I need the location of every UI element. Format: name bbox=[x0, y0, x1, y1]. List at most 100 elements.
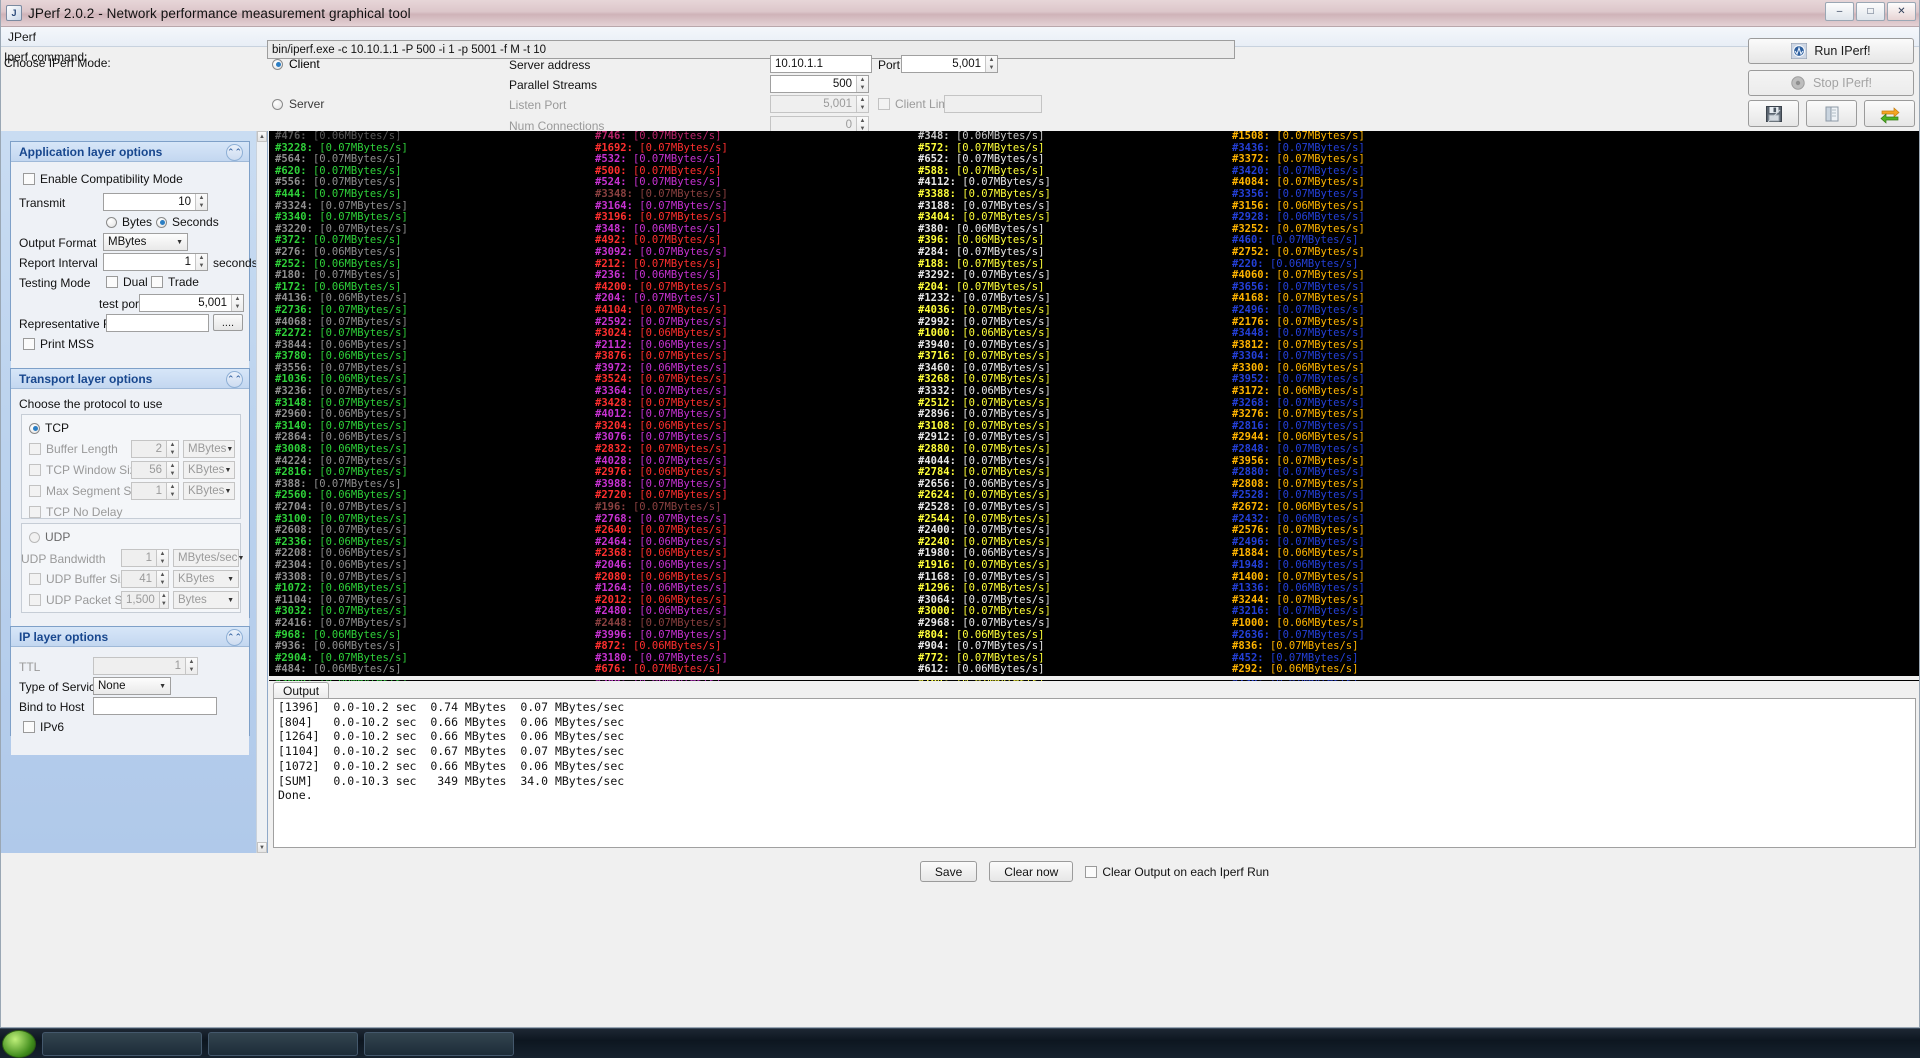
dual-check-icon[interactable] bbox=[106, 276, 118, 288]
udp-bandwidth-spinner-arrows[interactable]: ▲ ▼ bbox=[156, 550, 168, 566]
client-mode-radio[interactable]: Client bbox=[272, 57, 320, 71]
scroll-up-icon[interactable]: ▲ bbox=[257, 131, 267, 142]
representative-file-input[interactable] bbox=[106, 314, 209, 332]
clear-on-run-check-icon[interactable] bbox=[1085, 865, 1098, 878]
tcp-no-delay-checkbox[interactable]: TCP No Delay bbox=[29, 505, 122, 519]
trade-checkbox[interactable]: Trade bbox=[151, 275, 199, 289]
taskbar-item[interactable] bbox=[364, 1031, 514, 1056]
refresh-config-button[interactable] bbox=[1864, 100, 1915, 127]
max-segment-value[interactable]: 1 bbox=[132, 483, 166, 499]
client-limit-check-icon[interactable] bbox=[878, 98, 890, 110]
tcp-window-value[interactable]: 56 bbox=[132, 462, 166, 478]
port-spinner[interactable]: 5,001 ▲ ▼ bbox=[901, 55, 998, 73]
window-title-bar[interactable]: J JPerf 2.0.2 - Network performance meas… bbox=[0, 0, 1920, 27]
scroll-down-icon[interactable]: ▼ bbox=[257, 842, 267, 853]
start-button-icon[interactable] bbox=[2, 1029, 36, 1058]
client-limit-input[interactable] bbox=[944, 95, 1042, 113]
parallel-streams-value[interactable]: 500 bbox=[771, 76, 856, 92]
open-config-button[interactable] bbox=[1806, 100, 1857, 127]
dual-checkbox[interactable]: Dual bbox=[106, 275, 148, 289]
udp-buffer-spinner-arrows[interactable]: ▲ ▼ bbox=[156, 571, 168, 587]
udp-buffer-check-icon[interactable] bbox=[29, 573, 41, 585]
buffer-length-spinner[interactable]: 2 ▲ ▼ bbox=[131, 440, 179, 458]
print-mss-checkbox[interactable]: Print MSS bbox=[23, 337, 94, 351]
run-iperf-button[interactable]: Run IPerf! bbox=[1748, 38, 1914, 64]
ipv6-checkbox[interactable]: IPv6 bbox=[23, 720, 64, 734]
bind-to-host-input[interactable] bbox=[93, 697, 217, 715]
output-format-select[interactable]: MBytes ▼ bbox=[103, 233, 188, 251]
transmit-bytes-radio[interactable]: Bytes bbox=[106, 215, 152, 229]
seconds-radio-icon[interactable] bbox=[156, 216, 167, 228]
tcp-radio[interactable]: TCP bbox=[29, 421, 69, 435]
report-interval-spinner-arrows[interactable]: ▲ ▼ bbox=[195, 254, 207, 270]
buffer-length-checkbox[interactable]: Buffer Length bbox=[29, 442, 118, 456]
udp-buffer-spinner[interactable]: 41 ▲ ▼ bbox=[121, 570, 169, 588]
udp-radio[interactable]: UDP bbox=[29, 530, 70, 544]
ip-layer-collapse-icon[interactable]: ⌃⌃ bbox=[226, 629, 243, 646]
test-port-value[interactable]: 5,001 bbox=[140, 295, 231, 311]
report-interval-value[interactable]: 1 bbox=[104, 254, 195, 270]
compatibility-mode-checkbox[interactable]: Enable Compatibility Mode bbox=[23, 172, 183, 186]
server-radio-icon[interactable] bbox=[272, 98, 283, 110]
client-limit-checkbox[interactable]: Client Limit bbox=[878, 97, 954, 111]
tcp-window-spinner[interactable]: 56 ▲ ▼ bbox=[131, 461, 179, 479]
bandwidth-graph[interactable]: #476: [0.06MBytes/s] #3228: [0.07MBytes/s… bbox=[269, 131, 1920, 681]
buffer-length-check-icon[interactable] bbox=[29, 443, 41, 455]
max-segment-checkbox[interactable]: Max Segment Size bbox=[29, 484, 147, 498]
udp-radio-icon[interactable] bbox=[29, 531, 40, 543]
listen-port-value[interactable]: 5,001 bbox=[771, 96, 856, 112]
listen-port-spinner-arrows[interactable]: ▲ ▼ bbox=[856, 96, 868, 112]
compatibility-mode-check-icon[interactable] bbox=[23, 173, 35, 185]
save-output-button[interactable]: Save bbox=[919, 861, 978, 882]
tcp-no-delay-check-icon[interactable] bbox=[29, 506, 41, 518]
udp-buffer-value[interactable]: 41 bbox=[122, 571, 156, 587]
bytes-radio-icon[interactable] bbox=[106, 216, 117, 228]
test-port-spinner[interactable]: 5,001 ▲ ▼ bbox=[139, 294, 244, 312]
options-panel-scrollbar[interactable]: ▲ ▼ bbox=[256, 131, 267, 853]
clear-on-run-checkbox[interactable]: Clear Output on each Iperf Run bbox=[1085, 865, 1269, 879]
transmit-spinner-arrows[interactable]: ▲ ▼ bbox=[195, 194, 207, 210]
listen-port-spinner[interactable]: 5,001 ▲ ▼ bbox=[770, 95, 869, 113]
transmit-spinner[interactable]: 10 ▲ ▼ bbox=[103, 193, 208, 211]
taskbar-item[interactable] bbox=[208, 1031, 358, 1056]
report-interval-spinner[interactable]: 1 ▲ ▼ bbox=[103, 253, 208, 271]
application-layer-collapse-icon[interactable]: ⌃⌃ bbox=[226, 144, 243, 161]
server-address-input[interactable]: 10.10.1.1 bbox=[770, 55, 872, 73]
buffer-length-spinner-arrows[interactable]: ▲ ▼ bbox=[166, 441, 178, 457]
stop-iperf-button[interactable]: Stop IPerf! bbox=[1748, 70, 1914, 96]
udp-bandwidth-spinner[interactable]: 1 ▲ ▼ bbox=[121, 549, 169, 567]
transport-layer-collapse-icon[interactable]: ⌃⌃ bbox=[226, 371, 243, 388]
print-mss-check-icon[interactable] bbox=[23, 338, 35, 350]
udp-packet-spinner[interactable]: 1,500 ▲ ▼ bbox=[121, 591, 169, 609]
tcp-radio-icon[interactable] bbox=[29, 422, 40, 434]
tcp-window-checkbox[interactable]: TCP Window Size bbox=[29, 463, 142, 477]
max-segment-check-icon[interactable] bbox=[29, 485, 41, 497]
output-console[interactable]: [1396] 0.0-10.2 sec 0.74 MBytes 0.07 MBy… bbox=[273, 698, 1916, 848]
taskbar[interactable] bbox=[0, 1028, 1920, 1058]
ttl-spinner-arrows[interactable]: ▲ ▼ bbox=[185, 658, 197, 674]
udp-buffer-unit-select[interactable]: KBytes ▼ bbox=[173, 570, 239, 588]
udp-packet-value[interactable]: 1,500 bbox=[122, 592, 159, 608]
ttl-value[interactable]: 1 bbox=[94, 658, 185, 674]
parallel-streams-spinner-arrows[interactable]: ▲ ▼ bbox=[856, 76, 868, 92]
udp-packet-check-icon[interactable] bbox=[29, 594, 41, 606]
tcp-window-check-icon[interactable] bbox=[29, 464, 41, 476]
trade-check-icon[interactable] bbox=[151, 276, 163, 288]
taskbar-item[interactable] bbox=[42, 1031, 202, 1056]
ttl-spinner[interactable]: 1 ▲ ▼ bbox=[93, 657, 198, 675]
buffer-length-value[interactable]: 2 bbox=[132, 441, 166, 457]
transmit-seconds-radio[interactable]: Seconds bbox=[156, 215, 219, 229]
minimize-button[interactable]: – bbox=[1825, 2, 1854, 21]
parallel-streams-spinner[interactable]: 500 ▲ ▼ bbox=[770, 75, 869, 93]
max-segment-spinner-arrows[interactable]: ▲ ▼ bbox=[166, 483, 178, 499]
max-segment-spinner[interactable]: 1 ▲ ▼ bbox=[131, 482, 179, 500]
browse-file-button[interactable]: .... bbox=[213, 314, 243, 331]
port-value[interactable]: 5,001 bbox=[902, 56, 985, 72]
panel-divider[interactable] bbox=[269, 676, 1920, 680]
test-port-spinner-arrows[interactable]: ▲ ▼ bbox=[231, 295, 243, 311]
iperf-command-field[interactable]: bin/iperf.exe -c 10.10.1.1 -P 500 -i 1 -… bbox=[267, 40, 1235, 59]
clear-now-button[interactable]: Clear now bbox=[989, 861, 1074, 882]
tcp-window-unit-select[interactable]: KBytes ▼ bbox=[183, 461, 235, 479]
ipv6-check-icon[interactable] bbox=[23, 721, 35, 733]
tab-output[interactable]: Output bbox=[273, 682, 330, 699]
